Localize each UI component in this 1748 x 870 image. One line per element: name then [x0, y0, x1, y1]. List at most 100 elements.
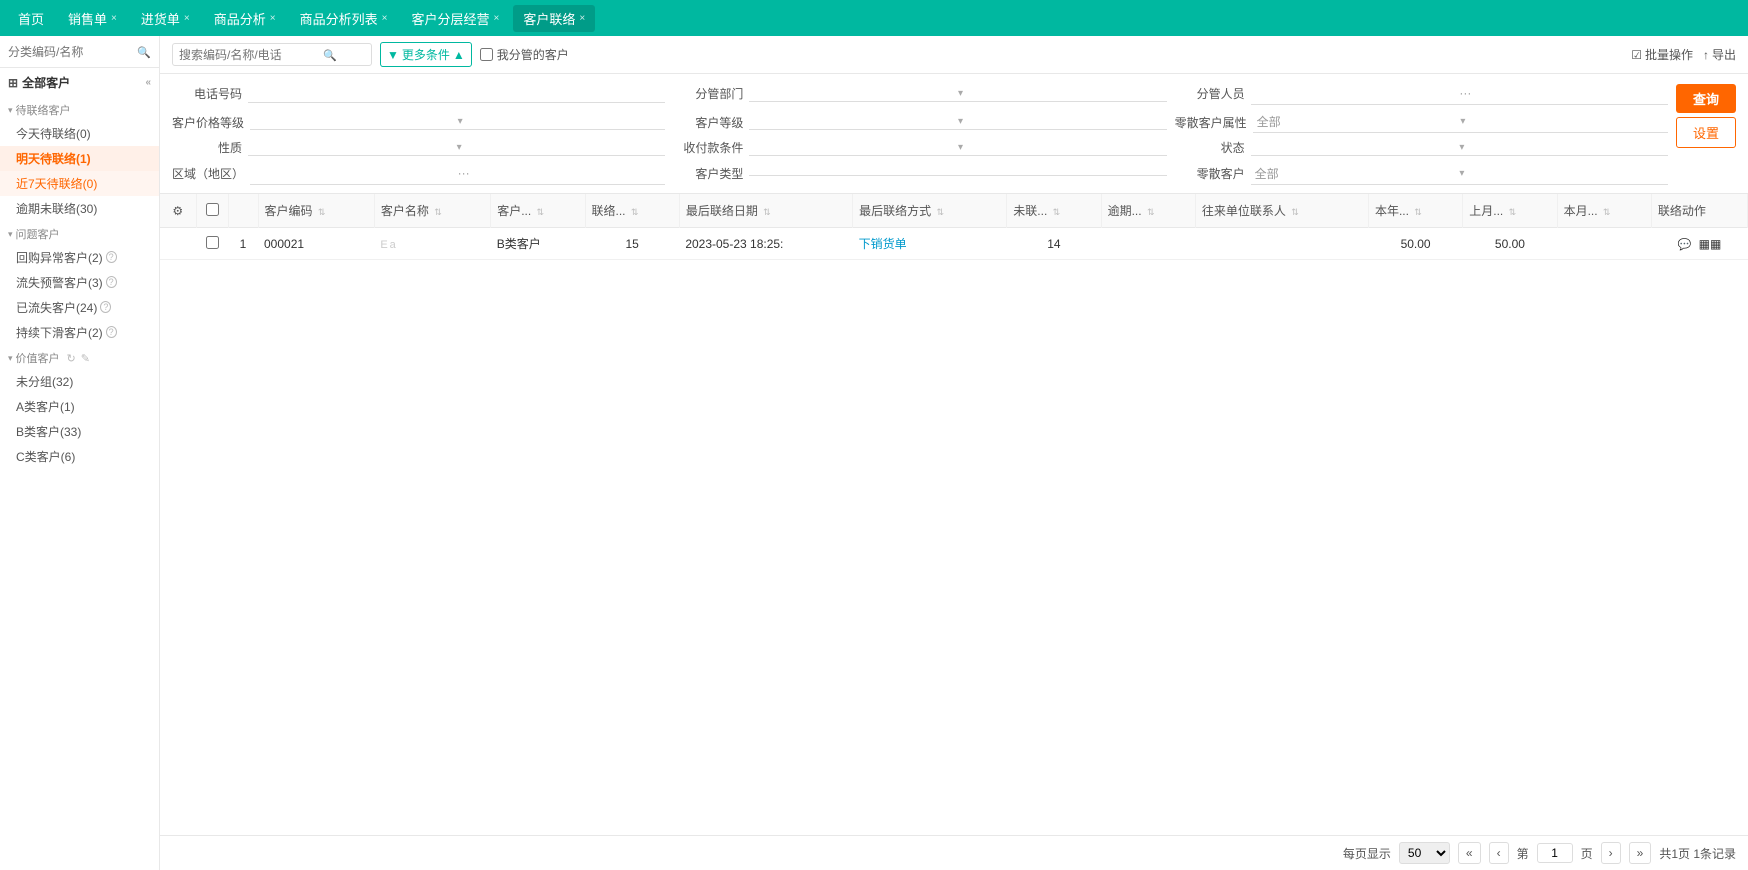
col-contact-num[interactable]: 联络... ⇅: [585, 194, 679, 228]
customer-type-select[interactable]: [749, 171, 1166, 176]
col-this-month[interactable]: 本月... ⇅: [1557, 194, 1651, 228]
col-this-year[interactable]: 本年... ⇅: [1368, 194, 1462, 228]
col-customer-code[interactable]: 客户编码 ⇅: [258, 194, 374, 228]
col-overdue[interactable]: 逾期... ⇅: [1101, 194, 1195, 228]
sort-no-contact-icon[interactable]: ⇅: [1053, 207, 1061, 217]
search-icon[interactable]: [323, 47, 337, 62]
manager-select[interactable]: ···: [1251, 82, 1668, 105]
per-page-select[interactable]: 50 100 200: [1399, 842, 1450, 864]
sort-customer-code-icon[interactable]: ⇅: [318, 207, 326, 217]
main-layout: ⊞ 全部客户 « ▾ 待联络客户 今天待联络(0) 明天待联络(1) 近7天待联…: [0, 36, 1748, 870]
sidebar-item-class-b[interactable]: B类客户(33): [0, 419, 159, 444]
prev-page-button[interactable]: ‹: [1489, 842, 1509, 864]
customer-level-select[interactable]: ▾: [749, 114, 1166, 130]
sort-last-contact-method-icon[interactable]: ⇅: [937, 207, 945, 217]
sidebar-item-declining[interactable]: 持续下滑客户(2): [0, 320, 159, 345]
sidebar-item-today-contact[interactable]: 今天待联络(0): [0, 121, 159, 146]
batch-op-button[interactable]: ☑ 批量操作: [1631, 46, 1693, 63]
close-product-analysis-icon[interactable]: ×: [270, 13, 276, 24]
sort-customer-name-icon[interactable]: ⇅: [434, 207, 442, 217]
sidebar-item-lost[interactable]: 已流失客户(24): [0, 295, 159, 320]
sort-last-month-icon[interactable]: ⇅: [1509, 207, 1517, 217]
chat-action-icon[interactable]: [1678, 237, 1692, 251]
nature-select[interactable]: ▾: [248, 140, 665, 156]
sidebar-group-value-customers[interactable]: ▾ 价值客户 ↻ ✎: [0, 345, 159, 369]
col-past-contact[interactable]: 往来单位联系人 ⇅: [1195, 194, 1368, 228]
close-customer-contact-icon[interactable]: ×: [579, 13, 585, 24]
export-button[interactable]: ↑ 导出: [1703, 46, 1736, 63]
nav-product-analysis-list[interactable]: 商品分析列表 ×: [290, 5, 398, 32]
more-filter-button[interactable]: ▼ 更多条件 ▲: [380, 42, 472, 67]
area-select[interactable]: ···: [250, 162, 665, 185]
col-customer-name[interactable]: 客户名称 ⇅: [374, 194, 490, 228]
sidebar-item-lost-risk[interactable]: 流失预警客户(3): [0, 270, 159, 295]
close-sales-icon[interactable]: ×: [111, 13, 117, 24]
price-level-select[interactable]: ▾: [250, 114, 665, 130]
sort-this-month-icon[interactable]: ⇅: [1603, 207, 1611, 217]
last-contact-method-link[interactable]: 下销货单: [859, 237, 907, 251]
sort-this-year-icon[interactable]: ⇅: [1414, 207, 1422, 217]
nav-sales[interactable]: 销售单 ×: [58, 5, 127, 32]
nav-customer-segment[interactable]: 客户分层经营 ×: [401, 5, 509, 32]
sidebar-item-repurchase-abnormal[interactable]: 回购异常客户(2): [0, 245, 159, 270]
sort-customer-type-icon[interactable]: ⇅: [537, 207, 545, 217]
page-input[interactable]: [1537, 843, 1573, 863]
qr-action-icon[interactable]: ▦: [1699, 237, 1722, 251]
sidebar-all-customers[interactable]: ⊞ 全部客户 «: [0, 68, 159, 97]
query-button[interactable]: 查询: [1676, 84, 1736, 113]
nav-home[interactable]: 首页: [8, 5, 54, 32]
close-purchase-icon[interactable]: ×: [184, 13, 190, 24]
row-checkbox[interactable]: [206, 236, 219, 249]
col-customer-type[interactable]: 客户... ⇅: [491, 194, 585, 228]
help-icon-declining[interactable]: [106, 327, 117, 338]
sidebar-group-problem-customers[interactable]: ▾ 问题客户: [0, 221, 159, 245]
close-customer-segment-icon[interactable]: ×: [493, 13, 499, 24]
next-page-button[interactable]: ›: [1601, 842, 1621, 864]
nature-down-icon: ▾: [457, 142, 662, 153]
sort-overdue-icon[interactable]: ⇅: [1147, 207, 1155, 217]
help-icon-lost[interactable]: [100, 302, 111, 313]
status-select[interactable]: ▾: [1251, 140, 1668, 156]
nav-customer-contact[interactable]: 客户联络 ×: [513, 5, 595, 32]
payment-select[interactable]: ▾: [749, 140, 1166, 156]
help-icon-lost-risk[interactable]: [106, 277, 117, 288]
manager-more-btn[interactable]: ···: [1455, 84, 1664, 102]
sidebar-search-icon[interactable]: [137, 44, 151, 59]
sort-last-contact-date-icon[interactable]: ⇅: [763, 207, 771, 217]
sidebar-group-pending-contact[interactable]: ▾ 待联络客户: [0, 97, 159, 121]
dept-select[interactable]: ▾: [749, 86, 1166, 102]
refresh-value-icon[interactable]: ↻: [67, 352, 76, 365]
close-product-analysis-list-icon[interactable]: ×: [382, 13, 388, 24]
col-last-contact-date[interactable]: 最后联络日期 ⇅: [679, 194, 852, 228]
retail-customer-select[interactable]: 全部 ▾: [1251, 163, 1668, 185]
col-contact-action: 联络动作: [1651, 194, 1747, 228]
nav-product-analysis[interactable]: 商品分析 ×: [204, 5, 286, 32]
sidebar-item-class-a[interactable]: A类客户(1): [0, 394, 159, 419]
first-page-button[interactable]: «: [1458, 842, 1481, 864]
sort-past-contact-icon[interactable]: ⇅: [1291, 207, 1299, 217]
sidebar-item-overdue-contact[interactable]: 逾期未联络(30): [0, 196, 159, 221]
retail-attr-select[interactable]: 全部 ▾: [1253, 111, 1668, 133]
col-last-month[interactable]: 上月... ⇅: [1463, 194, 1557, 228]
sidebar-item-class-c[interactable]: C类客户(6): [0, 444, 159, 469]
settings-button[interactable]: 设置: [1676, 117, 1736, 148]
nav-purchase[interactable]: 进货单 ×: [131, 5, 200, 32]
col-no-contact[interactable]: 未联... ⇅: [1007, 194, 1101, 228]
col-last-contact-method[interactable]: 最后联络方式 ⇅: [853, 194, 1007, 228]
select-all-checkbox[interactable]: [206, 203, 219, 216]
help-icon-repurchase[interactable]: [106, 252, 117, 263]
search-input[interactable]: [179, 48, 319, 62]
sidebar-item-tomorrow-contact[interactable]: 明天待联络(1): [0, 146, 159, 171]
my-customers-checkbox[interactable]: [480, 48, 493, 61]
sidebar-search-input[interactable]: [8, 45, 137, 59]
gear-icon[interactable]: [172, 204, 183, 218]
last-page-button[interactable]: »: [1629, 842, 1652, 864]
area-more-btn[interactable]: ···: [454, 164, 662, 182]
my-customers-checkbox-wrap[interactable]: 我分管的客户: [480, 46, 569, 63]
sidebar-item-ungrouped[interactable]: 未分组(32): [0, 369, 159, 394]
collapse-icon[interactable]: «: [145, 77, 151, 88]
phone-input[interactable]: [248, 84, 665, 103]
sort-contact-num-icon[interactable]: ⇅: [631, 207, 639, 217]
sidebar-item-week-contact[interactable]: 近7天待联络(0): [0, 171, 159, 196]
edit-value-icon[interactable]: ✎: [81, 352, 90, 365]
